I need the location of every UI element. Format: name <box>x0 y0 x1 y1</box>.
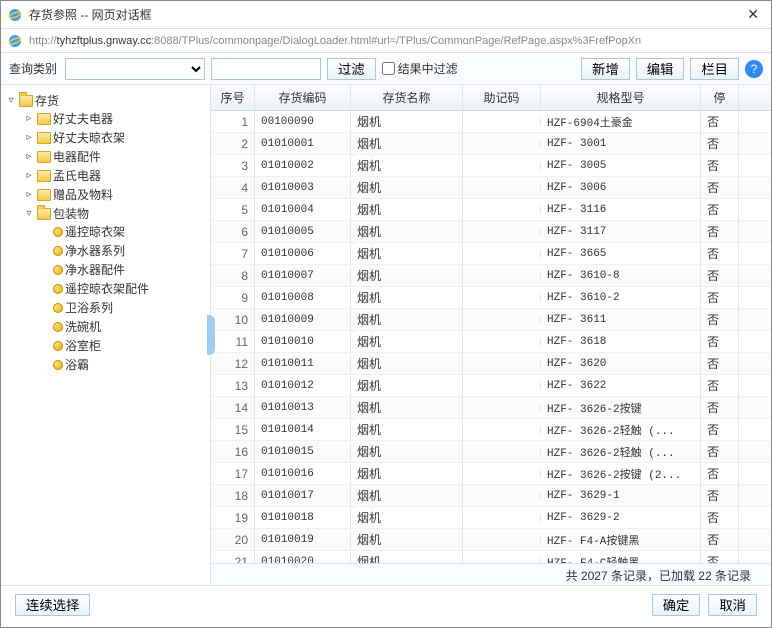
col-header[interactable]: 规格型号 <box>541 85 701 110</box>
tree-label: 好丈夫电器 <box>53 110 113 127</box>
bullet-icon <box>53 246 63 256</box>
table-row[interactable]: 1601010015烟机HZF- 3626-2轻触 (...否 <box>211 441 771 463</box>
tree-label: 包装物 <box>53 205 89 222</box>
query-category-select[interactable] <box>65 58 205 80</box>
close-button[interactable]: ✕ <box>741 6 765 23</box>
tree-label: 电器配件 <box>53 148 101 165</box>
table-row[interactable]: 801010007烟机HZF- 3610-8否 <box>211 265 771 287</box>
tree-label: 洗碗机 <box>65 318 101 335</box>
folder-icon <box>37 113 51 125</box>
tree-label: 浴室柜 <box>65 337 101 354</box>
folder-icon <box>37 208 51 220</box>
col-header[interactable]: 序号 <box>211 85 255 110</box>
table-row[interactable]: 1401010013烟机HZF- 3626-2按键否 <box>211 397 771 419</box>
folder-icon <box>37 151 51 163</box>
tree-item[interactable]: 净水器系列 <box>39 242 206 259</box>
continuous-select-button[interactable]: 连续选择 <box>15 594 90 616</box>
window-title: 存货参照 -- 网页对话框 <box>29 6 741 23</box>
table-row[interactable]: 401010003烟机HZF- 3006否 <box>211 177 771 199</box>
tree-label: 好丈夫晾衣架 <box>53 129 125 146</box>
edit-button[interactable]: 编辑 <box>636 58 685 80</box>
bullet-icon <box>53 360 63 370</box>
folder-open-icon <box>19 95 33 107</box>
folder-icon <box>37 132 51 144</box>
status-bar: 共 2027 条记录，已加载 22 条记录 <box>211 563 771 585</box>
col-header[interactable]: 助记码 <box>463 85 541 110</box>
footer: 连续选择 确定 取消 <box>1 585 771 623</box>
table-row[interactable]: 601010005烟机HZF- 3117否 <box>211 221 771 243</box>
url-bar: http://tyhzftplus.gnway.cc:8088/TPlus/co… <box>1 29 771 53</box>
table-row[interactable]: 1501010014烟机HZF- 3626-2轻触 (...否 <box>211 419 771 441</box>
new-button[interactable]: 新增 <box>581 58 630 80</box>
tree-folder[interactable]: ▹赠品及物料 <box>23 186 206 203</box>
bullet-icon <box>53 322 63 332</box>
tree-item[interactable]: 洗碗机 <box>39 318 206 335</box>
tree-item[interactable]: 卫浴系列 <box>39 299 206 316</box>
bullet-icon <box>53 284 63 294</box>
table-row[interactable]: 2101010020烟机HZF- F4-C轻触黑否 <box>211 551 771 563</box>
ie-icon <box>7 7 23 23</box>
tree-label: 遥控晾衣架 <box>65 223 125 240</box>
tree-folder[interactable]: ▹好丈夫晾衣架 <box>23 129 206 146</box>
url-text: http://tyhzftplus.gnway.cc:8088/TPlus/co… <box>29 35 641 47</box>
table-row[interactable]: 1801010017烟机HZF- 3629-1否 <box>211 485 771 507</box>
table-row[interactable]: 1901010018烟机HZF- 3629-2否 <box>211 507 771 529</box>
columns-button[interactable]: 栏目 <box>690 58 739 80</box>
tree-label: 卫浴系列 <box>65 299 113 316</box>
cancel-button[interactable]: 取消 <box>708 594 757 616</box>
table-row[interactable]: 901010008烟机HZF- 3610-2否 <box>211 287 771 309</box>
bullet-icon <box>53 265 63 275</box>
bullet-icon <box>53 227 63 237</box>
tree-item[interactable]: 遥控晾衣架 <box>39 223 206 240</box>
col-header[interactable]: 存货编码 <box>255 85 351 110</box>
table-row[interactable]: 1101010010烟机HZF- 3618否 <box>211 331 771 353</box>
col-header[interactable]: 停 <box>701 85 739 110</box>
col-header[interactable]: 存货名称 <box>351 85 463 110</box>
tree-item[interactable]: 净水器配件 <box>39 261 206 278</box>
title-bar: 存货参照 -- 网页对话框 ✕ <box>1 1 771 29</box>
table-row[interactable]: 1201010011烟机HZF- 3620否 <box>211 353 771 375</box>
table-row[interactable]: 1701010016烟机HZF- 3626-2按键 (2...否 <box>211 463 771 485</box>
query-label: 查询类别 <box>9 60 57 77</box>
tree-folder[interactable]: ▿包装物 <box>23 205 206 222</box>
table-row[interactable]: 201010001烟机HZF- 3001否 <box>211 133 771 155</box>
table-row[interactable]: 301010002烟机HZF- 3005否 <box>211 155 771 177</box>
tree-root[interactable]: ▿存货 <box>5 92 206 109</box>
ok-button[interactable]: 确定 <box>652 594 701 616</box>
table-row[interactable]: 1301010012烟机HZF- 3622否 <box>211 375 771 397</box>
splitter-handle[interactable] <box>207 315 215 355</box>
bullet-icon <box>53 341 63 351</box>
table-row[interactable]: 701010006烟机HZF- 3665否 <box>211 243 771 265</box>
toolbar: 查询类别 过滤 结果中过滤 新增 编辑 栏目 ? <box>1 53 771 85</box>
bullet-icon <box>53 303 63 313</box>
tree-item[interactable]: 浴室柜 <box>39 337 206 354</box>
help-icon[interactable]: ? <box>745 60 763 78</box>
tree-label: 赠品及物料 <box>53 186 113 203</box>
grid-header: 序号存货编码存货名称助记码规格型号停 <box>211 85 771 111</box>
tree-label: 净水器配件 <box>65 261 125 278</box>
grid-body[interactable]: 100100090烟机HZF-6904土豪金否201010001烟机HZF- 3… <box>211 111 771 563</box>
table-row[interactable]: 1001010009烟机HZF- 3611否 <box>211 309 771 331</box>
result-filter-checkbox[interactable]: 结果中过滤 <box>382 60 458 77</box>
filter-button[interactable]: 过滤 <box>327 58 376 80</box>
tree-folder[interactable]: ▹好丈夫电器 <box>23 110 206 127</box>
tree-item[interactable]: 浴霸 <box>39 356 206 373</box>
table-row[interactable]: 100100090烟机HZF-6904土豪金否 <box>211 111 771 133</box>
folder-icon <box>37 189 51 201</box>
tree-label: 净水器系列 <box>65 242 125 259</box>
tree-item[interactable]: 遥控晾衣架配件 <box>39 280 206 297</box>
tree-folder[interactable]: ▹电器配件 <box>23 148 206 165</box>
folder-icon <box>37 170 51 182</box>
tree-label: 遥控晾衣架配件 <box>65 280 149 297</box>
ie-icon <box>7 33 23 49</box>
tree-label: 浴霸 <box>65 356 89 373</box>
category-tree: ▿存货 ▹好丈夫电器▹好丈夫晾衣架▹电器配件▹孟氏电器▹赠品及物料▿包装物遥控晾… <box>1 85 211 585</box>
table-row[interactable]: 2001010019烟机HZF- F4-A按键黑否 <box>211 529 771 551</box>
tree-label: 孟氏电器 <box>53 167 101 184</box>
query-input[interactable] <box>211 58 321 80</box>
tree-folder[interactable]: ▹孟氏电器 <box>23 167 206 184</box>
table-row[interactable]: 501010004烟机HZF- 3116否 <box>211 199 771 221</box>
